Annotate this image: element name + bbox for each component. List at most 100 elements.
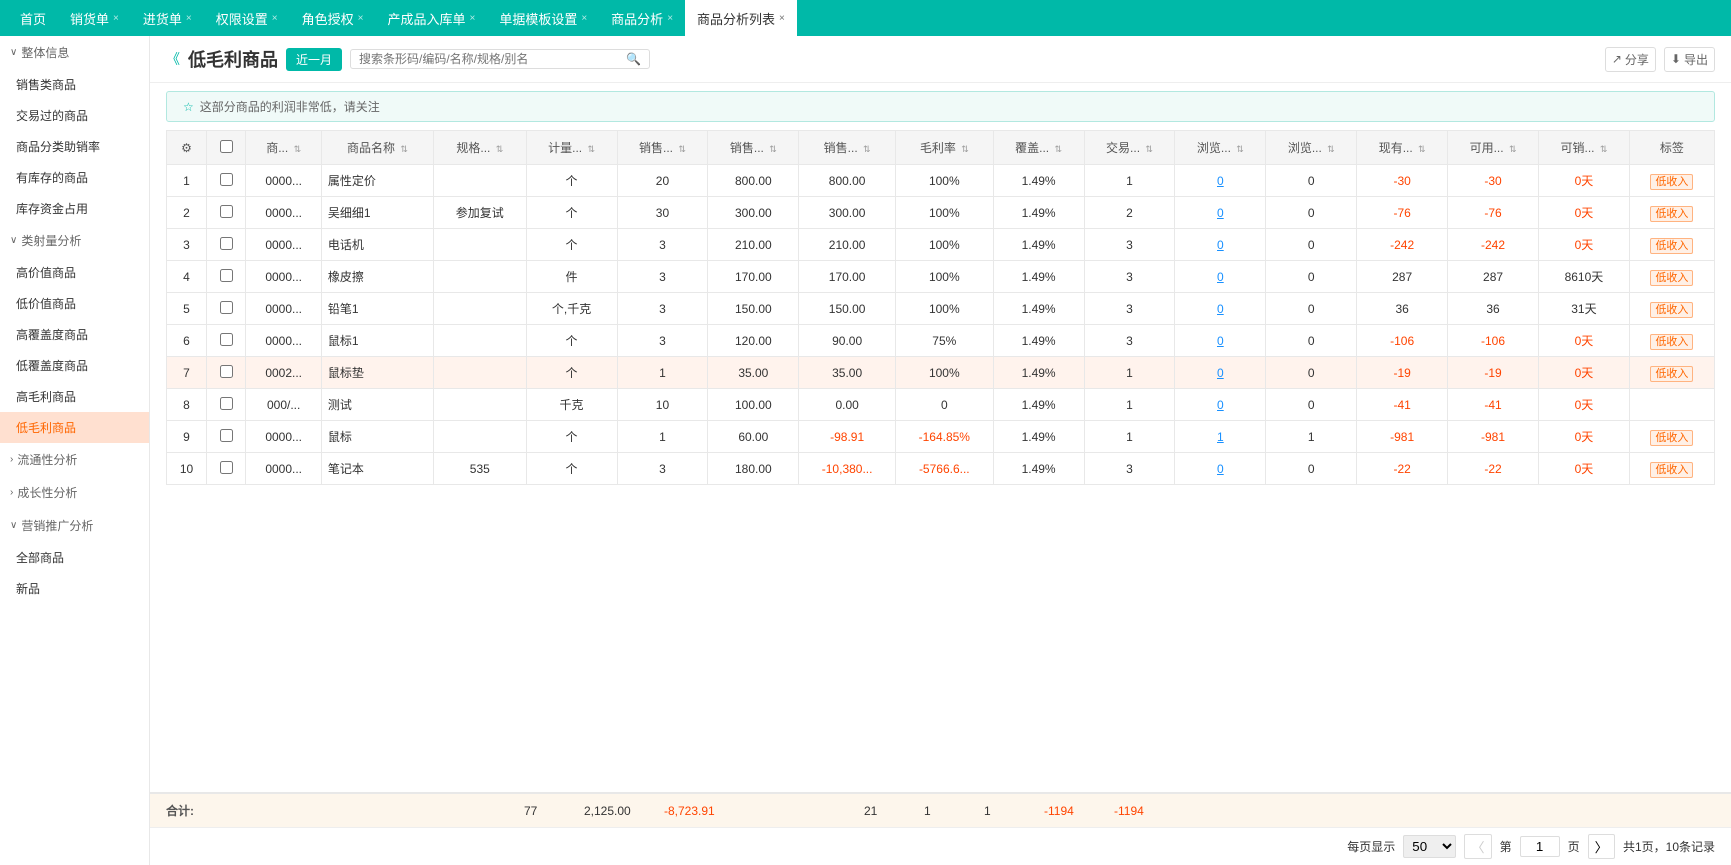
col-checkbox[interactable] [207,131,246,165]
export-button[interactable]: ⬇ 导出 [1664,47,1715,72]
view1-link[interactable]: 0 [1217,302,1224,316]
cell-checkbox[interactable] [207,421,246,453]
sort-coverage-icon[interactable]: ⇅ [1054,144,1062,154]
cell-sales-profit: 800.00 [799,165,896,197]
sort-code-icon[interactable]: ⇅ [294,144,302,154]
nav-product-analysis-list-close[interactable]: × [779,13,785,24]
next-page-button[interactable]: 〉 [1588,834,1615,859]
settings-icon[interactable]: ⚙ [181,141,192,155]
sidebar-item-low-coverage[interactable]: 低覆盖度商品 [0,350,149,381]
sidebar-group-growth[interactable]: › 成长性分析 [0,476,149,509]
view1-link[interactable]: 0 [1217,270,1224,284]
nav-home[interactable]: 首页 [8,0,58,36]
sort-available-icon[interactable]: ⇅ [1509,144,1517,154]
row-checkbox[interactable] [220,365,233,378]
sidebar-group-marketing[interactable]: ∨ 营销推广分析 [0,509,149,542]
nav-purchase-close[interactable]: × [186,13,192,24]
sidebar-item-traded-goods[interactable]: 交易过的商品 [0,100,149,131]
sidebar-item-all-goods[interactable]: 全部商品 [0,542,149,573]
cell-checkbox[interactable] [207,229,246,261]
search-icon[interactable]: 🔍 [626,52,641,66]
cell-checkbox[interactable] [207,261,246,293]
select-all-checkbox[interactable] [220,140,233,153]
nav-permission[interactable]: 权限设置 × [204,0,290,36]
cell-checkbox[interactable] [207,453,246,485]
view1-link[interactable]: 0 [1217,366,1224,380]
nav-role[interactable]: 角色授权 × [290,0,376,36]
sidebar-group-overall[interactable]: ∨ 整体信息 [0,36,149,69]
sidebar-item-in-stock-goods[interactable]: 有库存的商品 [0,162,149,193]
nav-product-inbound[interactable]: 产成品入库单 × [375,0,487,36]
sidebar-item-sales-goods[interactable]: 销售类商品 [0,69,149,100]
row-checkbox[interactable] [220,333,233,346]
date-filter-button[interactable]: 近一月 [286,48,342,71]
nav-product-analysis-list[interactable]: 商品分析列表 × [685,0,797,36]
nav-role-close[interactable]: × [358,13,364,24]
sort-deal-icon[interactable]: ⇅ [1145,144,1153,154]
nav-permission-close[interactable]: × [272,13,278,24]
footer-label: 合计: [166,802,194,819]
cell-checkbox[interactable] [207,325,246,357]
cell-checkbox[interactable] [207,197,246,229]
view1-link[interactable]: 0 [1217,206,1224,220]
sidebar-item-low-margin[interactable]: 低毛利商品 [0,412,149,443]
sort-spec-icon[interactable]: ⇅ [496,144,504,154]
view1-link[interactable]: 0 [1217,174,1224,188]
sidebar-item-high-value[interactable]: 高价值商品 [0,257,149,288]
nav-sales[interactable]: 销货单 × [58,0,131,36]
sidebar-item-high-margin[interactable]: 高毛利商品 [0,381,149,412]
search-input[interactable] [359,52,626,66]
view1-link[interactable]: 0 [1217,462,1224,476]
view1-link[interactable]: 1 [1217,430,1224,444]
sidebar-group-flow[interactable]: › 流通性分析 [0,443,149,476]
nav-sales-close[interactable]: × [113,13,119,24]
per-page-select[interactable]: 50 100 200 [1403,835,1456,858]
sidebar-collapse-btn[interactable]: 《 [166,49,180,69]
row-checkbox[interactable] [220,269,233,282]
sidebar-group-coverage[interactable]: ∨ 类射量分析 [0,224,149,257]
table-row: 8 000/... 测试 千克 10 100.00 0.00 0 1.49% 1… [167,389,1715,421]
nav-template-close[interactable]: × [581,13,587,24]
cell-code: 0000... [246,261,321,293]
cell-available: 36 [1448,293,1539,325]
col-settings[interactable]: ⚙ [167,131,207,165]
cell-checkbox[interactable] [207,293,246,325]
sidebar-item-new-goods[interactable]: 新品 [0,573,149,604]
sidebar-item-high-coverage[interactable]: 高覆盖度商品 [0,319,149,350]
sort-sales-profit-icon[interactable]: ⇅ [863,144,871,154]
cell-checkbox[interactable] [207,389,246,421]
nav-product-analysis[interactable]: 商品分析 × [599,0,685,36]
sidebar-item-low-value[interactable]: 低价值商品 [0,288,149,319]
share-button[interactable]: ↗ 分享 [1605,47,1656,72]
sort-sales-amount-icon[interactable]: ⇅ [769,144,777,154]
row-checkbox[interactable] [220,397,233,410]
row-checkbox[interactable] [220,237,233,250]
row-checkbox[interactable] [220,461,233,474]
cell-checkbox[interactable] [207,165,246,197]
sort-view1-icon[interactable]: ⇅ [1236,144,1244,154]
sort-view2-icon[interactable]: ⇅ [1327,144,1335,154]
sidebar-item-category-assist[interactable]: 商品分类助销率 [0,131,149,162]
cell-checkbox[interactable] [207,357,246,389]
sort-sellable-icon[interactable]: ⇅ [1600,144,1608,154]
nav-purchase[interactable]: 进货单 × [131,0,204,36]
row-checkbox[interactable] [220,173,233,186]
sidebar-item-capital-occupy[interactable]: 库存资金占用 [0,193,149,224]
view1-link[interactable]: 0 [1217,238,1224,252]
nav-template[interactable]: 单据模板设置 × [487,0,599,36]
row-checkbox[interactable] [220,205,233,218]
sort-sales-qty-icon[interactable]: ⇅ [678,144,686,154]
sort-name-icon[interactable]: ⇅ [400,144,408,154]
nav-product-inbound-close[interactable]: × [469,13,475,24]
view1-link[interactable]: 0 [1217,334,1224,348]
cell-coverage: 1.49% [993,389,1084,421]
nav-product-analysis-close[interactable]: × [667,13,673,24]
sort-margin-icon[interactable]: ⇅ [961,144,969,154]
row-checkbox[interactable] [220,301,233,314]
page-number-input[interactable] [1520,836,1560,857]
view1-link[interactable]: 0 [1217,398,1224,412]
prev-page-button[interactable]: 〈 [1464,834,1491,859]
sort-stock-icon[interactable]: ⇅ [1418,144,1426,154]
sort-unit-icon[interactable]: ⇅ [587,144,595,154]
row-checkbox[interactable] [220,429,233,442]
